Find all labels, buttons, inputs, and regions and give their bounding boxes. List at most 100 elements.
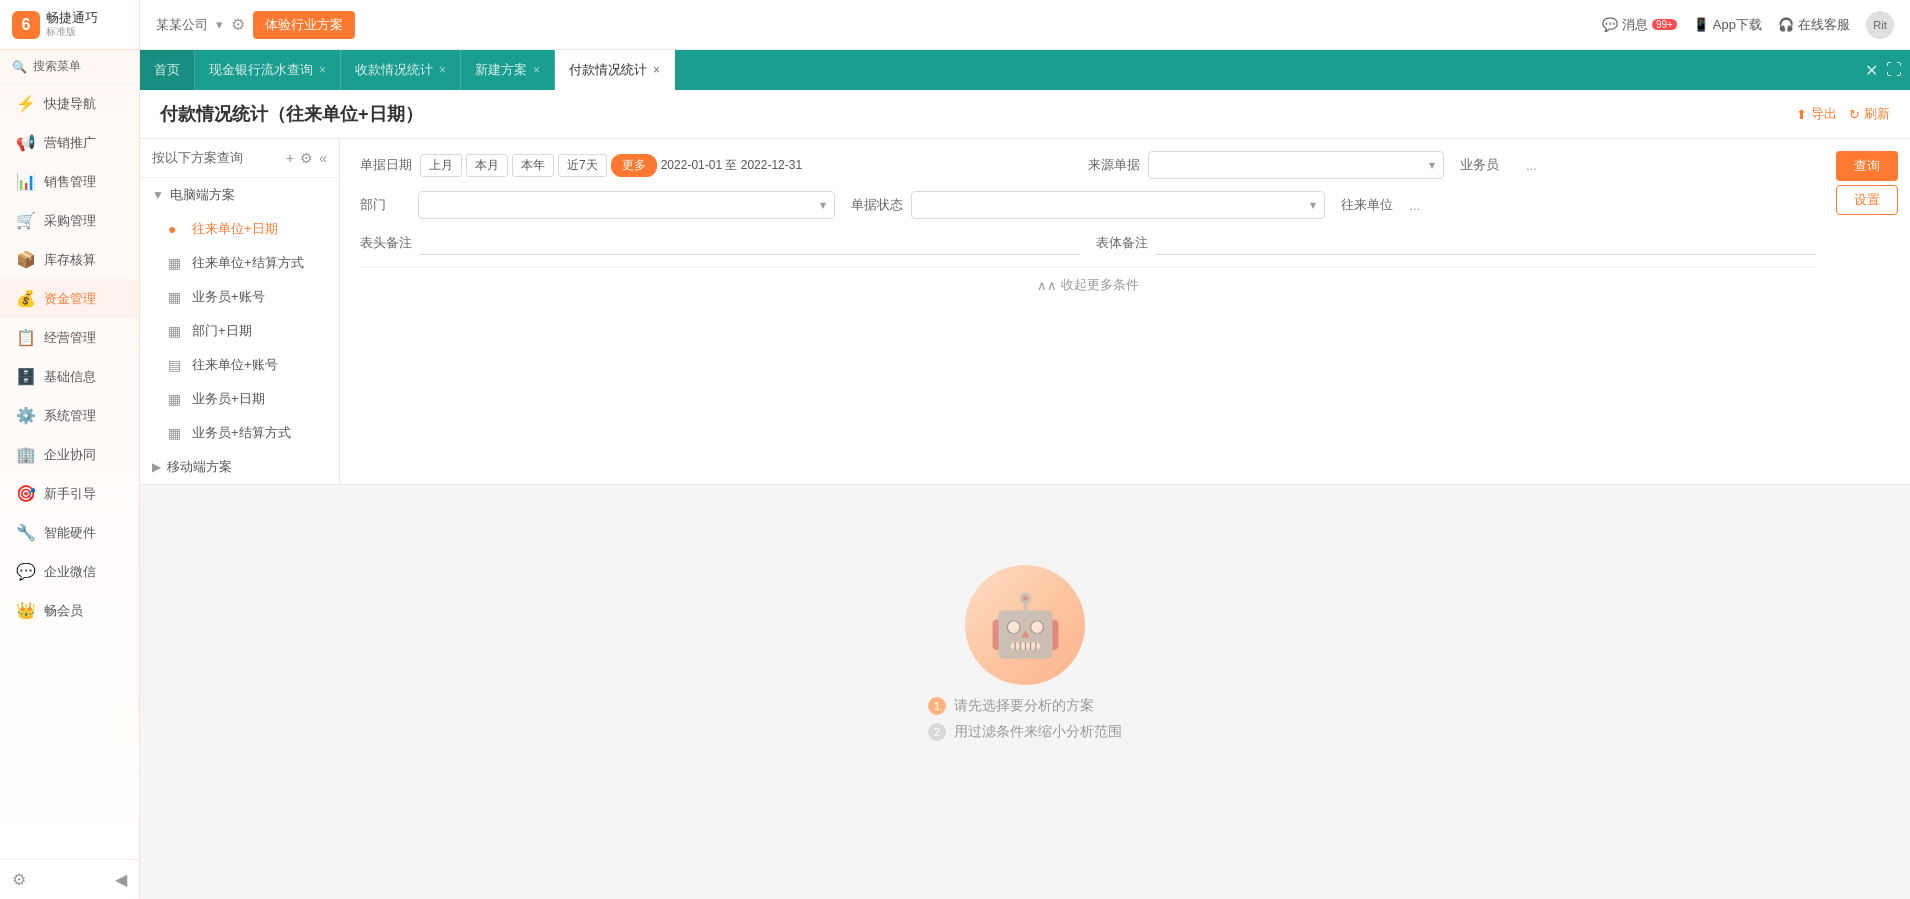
scheme-item-staff-date[interactable]: ▦ 业务员+日期 — [140, 382, 339, 416]
scheme-grid-icon-2: ▦ — [168, 289, 184, 305]
tab-new-plan-close[interactable]: × — [533, 63, 540, 77]
mobile-category[interactable]: ▶ 移动端方案 — [140, 450, 339, 484]
user-avatar[interactable]: Rit — [1866, 11, 1894, 39]
basic-icon: 🗄️ — [16, 367, 36, 386]
tab-expand-icon[interactable]: ⛶ — [1886, 61, 1902, 79]
sidebar-item-purchase[interactable]: 🛒 采购管理 — [0, 201, 139, 240]
header-settings-icon[interactable]: ⚙ — [231, 15, 245, 34]
page-content: 付款情况统计（往来单位+日期） ⬆ 导出 ↻ 刷新 按以下方案查询 + — [140, 90, 1910, 899]
sidebar-item-wechat[interactable]: 💬 企业微信 — [0, 552, 139, 591]
category-expand-icon: ▼ — [152, 188, 164, 202]
tab-home[interactable]: 首页 — [140, 50, 195, 90]
footer-settings-icon[interactable]: ⚙ — [12, 870, 26, 889]
header-note-input[interactable] — [420, 231, 1080, 255]
tab-new-plan[interactable]: 新建方案 × — [461, 50, 555, 90]
empty-icon: 🤖 — [988, 590, 1063, 661]
desktop-category-label: 电脑端方案 — [170, 186, 235, 204]
collapse-button[interactable]: ∧∧ 收起更多条件 — [1037, 276, 1139, 294]
sidebar-item-label: 智能硬件 — [44, 524, 96, 542]
sidebar-item-vip[interactable]: 👑 畅会员 — [0, 591, 139, 630]
purchase-icon: 🛒 — [16, 211, 36, 230]
date-btn-this-month[interactable]: 本月 — [466, 154, 508, 177]
header-right: 💬 消息 99+ 📱 App下载 🎧 在线客服 Rit — [1602, 11, 1894, 39]
date-label: 单据日期 — [360, 156, 412, 174]
sidebar-item-finance[interactable]: 💰 资金管理 — [0, 279, 139, 318]
download-icon: 📱 — [1693, 17, 1709, 32]
guide-icon: 🎯 — [16, 484, 36, 503]
tab-close-all-icon[interactable]: ✕ — [1865, 61, 1878, 80]
partner-label: 往来单位 — [1341, 196, 1393, 214]
scheme-item-dept-date[interactable]: ▦ 部门+日期 — [140, 314, 339, 348]
scheme-collapse-icon[interactable]: « — [319, 150, 327, 166]
date-btn-last-month[interactable]: 上月 — [420, 154, 462, 177]
company-dropdown-icon[interactable]: ▾ — [216, 17, 223, 32]
staff-more-icon[interactable]: ... — [1518, 158, 1545, 173]
scheme-item-staff-settlement[interactable]: ▦ 业务员+结算方式 — [140, 416, 339, 450]
date-btn-7days[interactable]: 近7天 — [558, 154, 607, 177]
sidebar-item-system[interactable]: ⚙️ 系统管理 — [0, 396, 139, 435]
sidebar-item-label: 销售管理 — [44, 173, 96, 191]
sidebar-nav: ⚡ 快捷导航 📢 营销推广 📊 销售管理 🛒 采购管理 📦 库存核算 💰 资金管… — [0, 84, 139, 859]
export-button[interactable]: ⬆ 导出 — [1796, 105, 1837, 123]
scheme-item-staff-account[interactable]: ▦ 业务员+账号 — [140, 280, 339, 314]
status-select[interactable]: ▾ — [911, 191, 1326, 219]
service-action[interactable]: 🎧 在线客服 — [1778, 16, 1850, 34]
scheme-item-unit-account[interactable]: ▤ 往来单位+账号 — [140, 348, 339, 382]
settings-button[interactable]: 设置 — [1836, 185, 1898, 215]
filter-collapse-area: ∧∧ 收起更多条件 — [360, 267, 1816, 298]
scheme-item-unit-settlement[interactable]: ▦ 往来单位+结算方式 — [140, 246, 339, 280]
tab-payment-close[interactable]: × — [653, 63, 660, 77]
hardware-icon: 🔧 — [16, 523, 36, 542]
tab-bar: 首页 现金银行流水查询 × 收款情况统计 × 新建方案 × 付款情况统计 × ✕… — [140, 50, 1910, 90]
refresh-button[interactable]: ↻ 刷新 — [1849, 105, 1890, 123]
body-note-input[interactable] — [1156, 231, 1816, 255]
scheme-item-unit-date[interactable]: ● 往来单位+日期 — [140, 212, 339, 246]
tab-bank-close[interactable]: × — [319, 63, 326, 77]
source-select[interactable]: ▾ — [1148, 151, 1444, 179]
sidebar-item-operation[interactable]: 📋 经营管理 — [0, 318, 139, 357]
avatar-text: Rit — [1873, 19, 1886, 31]
sidebar-item-enterprise[interactable]: 🏢 企业协同 — [0, 435, 139, 474]
sidebar-search[interactable]: 🔍 搜索菜单 — [0, 50, 139, 84]
sidebar-item-guide[interactable]: 🎯 新手引导 — [0, 474, 139, 513]
scheme-settings-icon[interactable]: ⚙ — [300, 150, 313, 166]
scheme-add-icon[interactable]: + — [286, 150, 294, 166]
scheme-list: ● 往来单位+日期 ▦ 往来单位+结算方式 ▦ 业务员+账号 ▦ 部门+日期 — [140, 212, 339, 450]
sidebar-item-inventory[interactable]: 📦 库存核算 — [0, 240, 139, 279]
sidebar-item-marketing[interactable]: 📢 营销推广 — [0, 123, 139, 162]
scheme-item-label: 业务员+日期 — [192, 390, 265, 408]
enterprise-icon: 🏢 — [16, 445, 36, 464]
tab-receipts-close[interactable]: × — [439, 63, 446, 77]
inventory-icon: 📦 — [16, 250, 36, 269]
source-label: 来源单据 — [1088, 156, 1140, 174]
partner-more-icon[interactable]: ... — [1401, 198, 1428, 213]
trial-button[interactable]: 体验行业方案 — [253, 11, 355, 39]
empty-illustration: 🤖 — [965, 565, 1085, 685]
desktop-category[interactable]: ▼ 电脑端方案 — [140, 178, 339, 212]
date-btn-more[interactable]: 更多 — [611, 154, 657, 177]
header-note-label: 表头备注 — [360, 234, 412, 252]
download-action[interactable]: 📱 App下载 — [1693, 16, 1762, 34]
tab-receipts[interactable]: 收款情况统计 × — [341, 50, 461, 90]
dept-select[interactable]: ▾ — [418, 191, 835, 219]
date-btn-this-year[interactable]: 本年 — [512, 154, 554, 177]
sidebar-item-basic[interactable]: 🗄️ 基础信息 — [0, 357, 139, 396]
page-header-actions: ⬆ 导出 ↻ 刷新 — [1796, 105, 1890, 123]
sidebar-item-label: 新手引导 — [44, 485, 96, 503]
sidebar-item-sales[interactable]: 📊 销售管理 — [0, 162, 139, 201]
sidebar-item-quick-nav[interactable]: ⚡ 快捷导航 — [0, 84, 139, 123]
footer-collapse-icon[interactable]: ◀ — [115, 870, 127, 889]
sales-icon: 📊 — [16, 172, 36, 191]
sidebar-item-hardware[interactable]: 🔧 智能硬件 — [0, 513, 139, 552]
query-button[interactable]: 查询 — [1836, 151, 1898, 181]
header-left: 某某公司 ▾ ⚙ 体验行业方案 — [156, 11, 355, 39]
filter-form: 单据日期 上月 本月 本年 近7天 更多 2022-01-01 至 2022-1… — [340, 139, 1836, 484]
tab-bank[interactable]: 现金银行流水查询 × — [195, 50, 341, 90]
status-select-arrow: ▾ — [1310, 198, 1316, 212]
message-icon: 💬 — [1602, 17, 1618, 32]
filter-right: 单据日期 上月 本月 本年 近7天 更多 2022-01-01 至 2022-1… — [340, 139, 1836, 484]
tab-payment[interactable]: 付款情况统计 × — [555, 50, 675, 90]
notifications-action[interactable]: 💬 消息 99+ — [1602, 16, 1677, 34]
tab-spacer — [675, 50, 1857, 90]
service-label: 在线客服 — [1798, 16, 1850, 34]
